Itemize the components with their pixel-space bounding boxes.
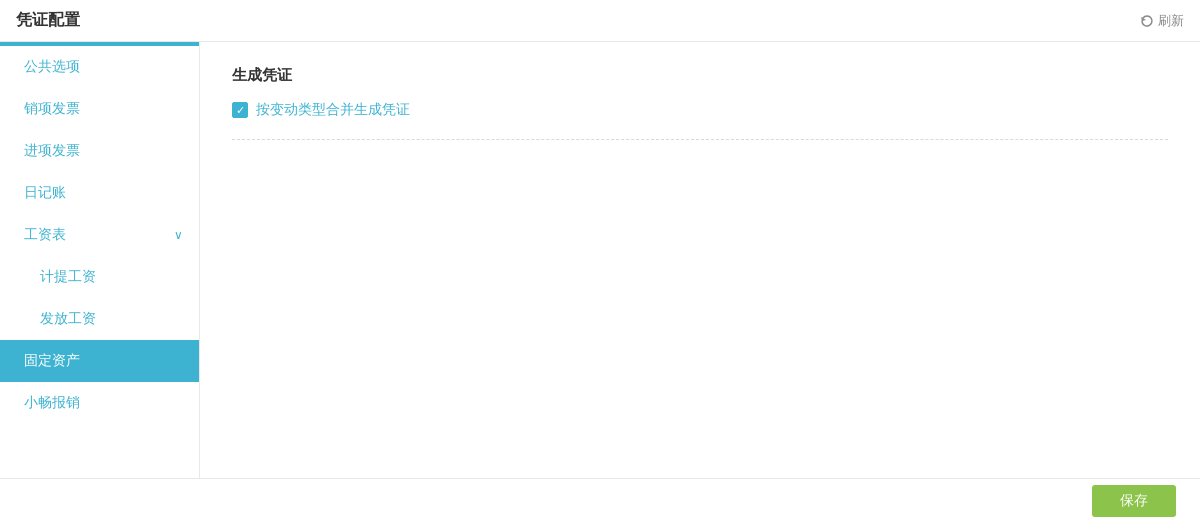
sidebar-item-label: 日记账: [24, 184, 66, 202]
merge-checkbox[interactable]: [232, 102, 248, 118]
sidebar-item-fixed-assets[interactable]: 固定资产: [0, 340, 199, 382]
sidebar-item-expense[interactable]: 小畅报销: [0, 382, 199, 424]
refresh-button[interactable]: 刷新: [1140, 12, 1184, 30]
main-layout: 公共选项 销项发票 进项发票 日记账 工资表 ∨ 计提工资 发放工资 固定资产 …: [0, 42, 1200, 478]
sidebar-item-payroll[interactable]: 工资表 ∨: [0, 214, 199, 256]
sidebar: 公共选项 销项发票 进项发票 日记账 工资表 ∨ 计提工资 发放工资 固定资产 …: [0, 42, 200, 478]
sidebar-item-label: 公共选项: [24, 58, 80, 76]
save-button[interactable]: 保存: [1092, 485, 1176, 517]
sidebar-item-pay-salary[interactable]: 发放工资: [0, 298, 199, 340]
sidebar-item-label: 固定资产: [24, 352, 80, 370]
sidebar-item-journal[interactable]: 日记账: [0, 172, 199, 214]
main-content: 生成凭证 按变动类型合并生成凭证: [200, 42, 1200, 478]
refresh-label: 刷新: [1158, 12, 1184, 30]
sidebar-item-purchase-invoice[interactable]: 进项发票: [0, 130, 199, 172]
chevron-down-icon: ∨: [174, 228, 183, 242]
header: 凭证配置 刷新: [0, 0, 1200, 42]
sidebar-item-sales-invoice[interactable]: 销项发票: [0, 88, 199, 130]
checkbox-label: 按变动类型合并生成凭证: [256, 101, 410, 119]
sidebar-item-label: 计提工资: [40, 268, 96, 286]
section-title: 生成凭证: [232, 66, 1168, 85]
section-divider: [232, 139, 1168, 140]
refresh-icon: [1140, 14, 1154, 28]
sidebar-item-label: 小畅报销: [24, 394, 80, 412]
sidebar-item-label: 工资表: [24, 226, 66, 244]
sidebar-item-public[interactable]: 公共选项: [0, 46, 199, 88]
sidebar-item-accrued-salary[interactable]: 计提工资: [0, 256, 199, 298]
sidebar-item-label: 发放工资: [40, 310, 96, 328]
sidebar-item-label: 销项发票: [24, 100, 80, 118]
sidebar-item-label: 进项发票: [24, 142, 80, 160]
page-title: 凭证配置: [16, 10, 80, 31]
footer: 保存: [0, 478, 1200, 522]
checkbox-row: 按变动类型合并生成凭证: [232, 101, 1168, 119]
